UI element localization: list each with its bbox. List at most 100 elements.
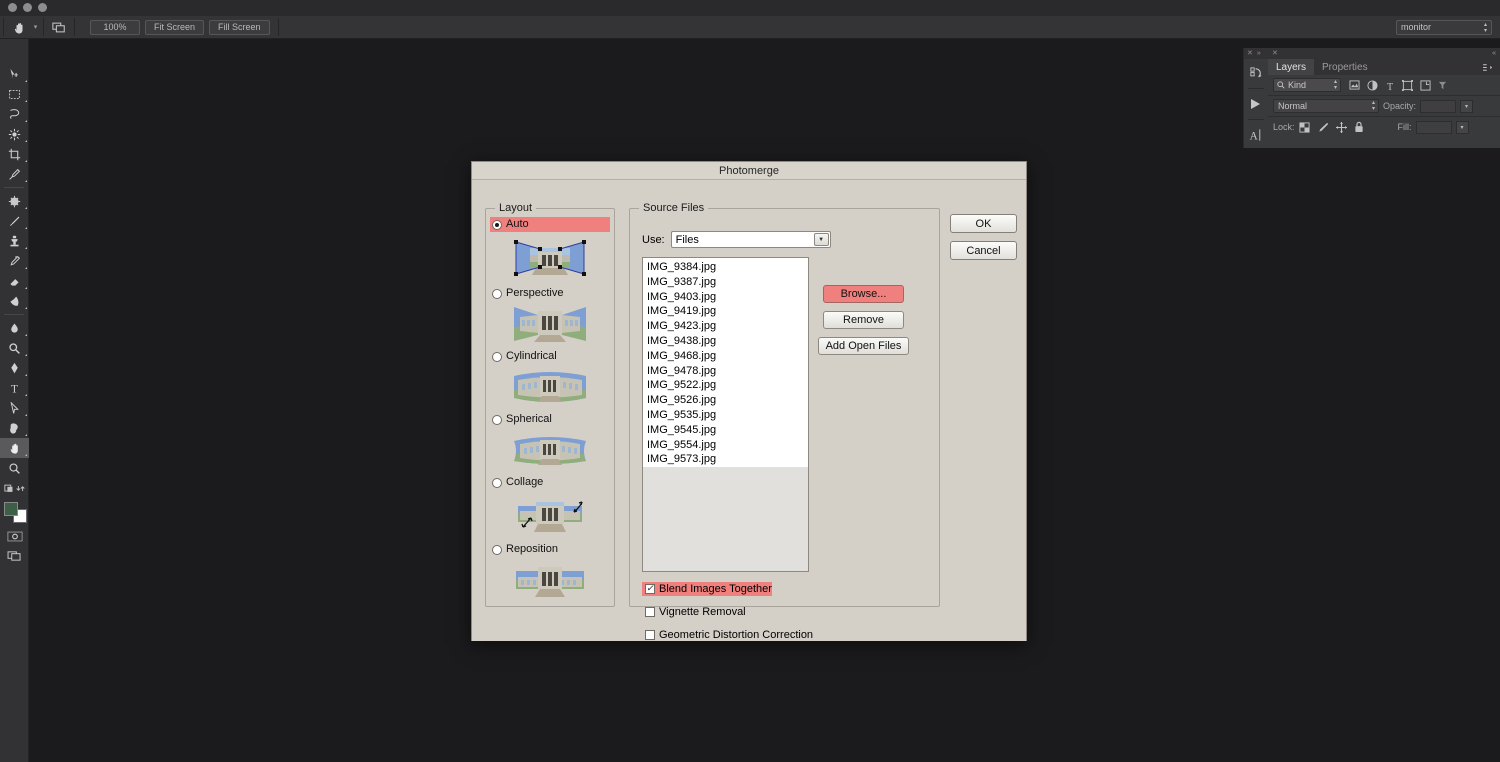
vignette-removal-checkbox[interactable]: Vignette Removal	[642, 605, 746, 619]
source-file-item[interactable]: IMG_9535.jpg	[643, 408, 808, 423]
layer-filter-kind-select[interactable]: Kind ▴ ▾	[1273, 78, 1341, 92]
layout-option-perspective[interactable]: Perspective	[490, 286, 610, 301]
fit-screen-button[interactable]: Fit Screen	[145, 19, 205, 35]
source-file-item[interactable]: IMG_9573.jpg	[643, 452, 808, 467]
layout-option-cylindrical[interactable]: Cylindrical	[490, 349, 610, 364]
tab-layers[interactable]: Layers	[1268, 59, 1315, 75]
crop-tool[interactable]	[0, 144, 29, 164]
fill-input[interactable]	[1415, 120, 1452, 134]
gradient-tool[interactable]	[0, 291, 29, 311]
tool-corner-icon	[25, 247, 27, 249]
zoom-window-button[interactable]	[38, 3, 47, 12]
panel-menu-button[interactable]	[1482, 63, 1495, 72]
eraser-tool[interactable]	[0, 271, 29, 291]
svg-text:A: A	[1249, 131, 1258, 142]
layout-option-auto[interactable]: Auto	[490, 217, 610, 232]
source-file-item[interactable]: IMG_9403.jpg	[643, 290, 808, 305]
tool-corner-icon	[25, 267, 27, 269]
layout-option-collage[interactable]: Collage	[490, 475, 610, 490]
window-titlebar	[0, 0, 1500, 16]
hand-tool[interactable]	[0, 438, 29, 458]
lock-all-icon	[1354, 121, 1363, 132]
zoom-100-button[interactable]: 100%	[90, 19, 140, 35]
tool-preset-caret-icon[interactable]: ▾	[31, 17, 40, 38]
quick-mask-edit-icons[interactable]	[0, 478, 29, 498]
opacity-dropdown-icon[interactable]: ▾	[1460, 99, 1474, 113]
add-open-files-button[interactable]: Add Open Files	[818, 337, 909, 355]
close-window-button[interactable]	[8, 3, 17, 12]
collapse-panels-icon[interactable]: «	[1492, 50, 1496, 57]
type-tool[interactable]: T	[0, 378, 29, 398]
pen-tool[interactable]	[0, 358, 29, 378]
layout-option-spherical-label: Spherical	[506, 413, 552, 425]
shape-tool[interactable]	[0, 418, 29, 438]
layer-filter-kind-value: Kind	[1288, 80, 1307, 90]
fill-dropdown-icon[interactable]: ▾	[1455, 120, 1469, 134]
close-panel-icon[interactable]: ✕	[1272, 50, 1278, 57]
source-file-item[interactable]: IMG_9384.jpg	[643, 260, 808, 275]
lasso-tool[interactable]	[0, 104, 29, 124]
blur-tool[interactable]	[0, 318, 29, 338]
blend-images-together-checkbox[interactable]: ✓ Blend Images Together	[642, 582, 772, 596]
tool-corner-icon	[25, 394, 27, 396]
hand-tool-icon[interactable]	[7, 17, 31, 38]
source-file-item[interactable]: IMG_9387.jpg	[643, 275, 808, 290]
cancel-button[interactable]: Cancel	[950, 241, 1017, 260]
quick-selection-tool[interactable]	[0, 124, 29, 144]
path-selection-tool[interactable]	[0, 398, 29, 418]
character-icon[interactable]: A	[1244, 121, 1268, 149]
strip-divider-2	[1248, 119, 1264, 120]
history-icon[interactable]	[1244, 59, 1268, 87]
tab-properties[interactable]: Properties	[1314, 59, 1376, 75]
minimize-window-button[interactable]	[23, 3, 32, 12]
history-brush-tool[interactable]	[0, 251, 29, 271]
chevron-down-icon[interactable]: ▼	[813, 233, 829, 246]
close-icon[interactable]: ✕	[1247, 50, 1253, 57]
color-swatches[interactable]	[0, 500, 29, 526]
move-tool[interactable]	[0, 64, 29, 84]
screen-mode-button[interactable]	[0, 546, 29, 566]
layout-option-spherical[interactable]: Spherical	[490, 412, 610, 427]
brush-tool[interactable]	[0, 211, 29, 231]
clone-stamp-tool[interactable]	[0, 231, 29, 251]
marquee-tool[interactable]	[0, 84, 29, 104]
lock-row: Lock: Fill: ▾	[1268, 117, 1500, 137]
blend-mode-select[interactable]: Normal ▴ ▾	[1273, 99, 1379, 113]
layout-thumb-reposition	[490, 561, 610, 599]
screen-mode-select[interactable]: monitor ▴ ▾	[1396, 19, 1492, 35]
actions-icon[interactable]	[1244, 90, 1268, 118]
fill-screen-button[interactable]: Fill Screen	[209, 19, 270, 35]
quick-mask-mode-button[interactable]	[0, 526, 29, 546]
opacity-input[interactable]	[1420, 99, 1457, 113]
browse-button[interactable]: Browse...	[823, 285, 904, 303]
source-file-item[interactable]: IMG_9423.jpg	[643, 319, 808, 334]
source-file-item[interactable]: IMG_9468.jpg	[643, 349, 808, 364]
layer-filter-row: Kind ▴ ▾ T	[1268, 75, 1500, 95]
source-file-item[interactable]: IMG_9526.jpg	[643, 393, 808, 408]
source-file-list[interactable]: IMG_9384.jpg IMG_9387.jpg IMG_9403.jpg IMG_…	[642, 257, 809, 572]
eyedropper-tool[interactable]	[0, 164, 29, 184]
source-file-item[interactable]: IMG_9522.jpg	[643, 378, 808, 393]
remove-button[interactable]: Remove	[823, 311, 904, 329]
source-file-item[interactable]: IMG_9419.jpg	[643, 304, 808, 319]
radio-collage-icon	[492, 477, 502, 488]
layout-option-reposition[interactable]: Reposition	[490, 542, 610, 557]
tool-corner-icon	[25, 120, 27, 122]
zoom-tool[interactable]	[0, 458, 29, 478]
source-file-item[interactable]: IMG_9554.jpg	[643, 438, 808, 453]
stepper-arrows-icon: ▴ ▾	[1483, 21, 1487, 34]
fill-label: Fill:	[1397, 122, 1412, 132]
geometric-distortion-correction-checkbox[interactable]: Geometric Distortion Correction	[642, 628, 813, 642]
dodge-tool[interactable]	[0, 338, 29, 358]
source-file-item[interactable]: IMG_9478.jpg	[643, 364, 808, 379]
pixel-layer-filter-icon	[1349, 80, 1360, 90]
source-file-item[interactable]: IMG_9545.jpg	[643, 423, 808, 438]
use-select[interactable]: Files ▼	[670, 231, 831, 248]
layout-thumb-perspective	[490, 305, 610, 343]
arrange-documents-icon[interactable]	[47, 17, 71, 38]
expand-panels-icon[interactable]: »	[1257, 50, 1261, 57]
foreground-color-swatch[interactable]	[4, 502, 18, 516]
ok-button[interactable]: OK	[950, 214, 1017, 233]
source-file-item[interactable]: IMG_9438.jpg	[643, 334, 808, 349]
spot-healing-brush-tool[interactable]	[0, 191, 29, 211]
